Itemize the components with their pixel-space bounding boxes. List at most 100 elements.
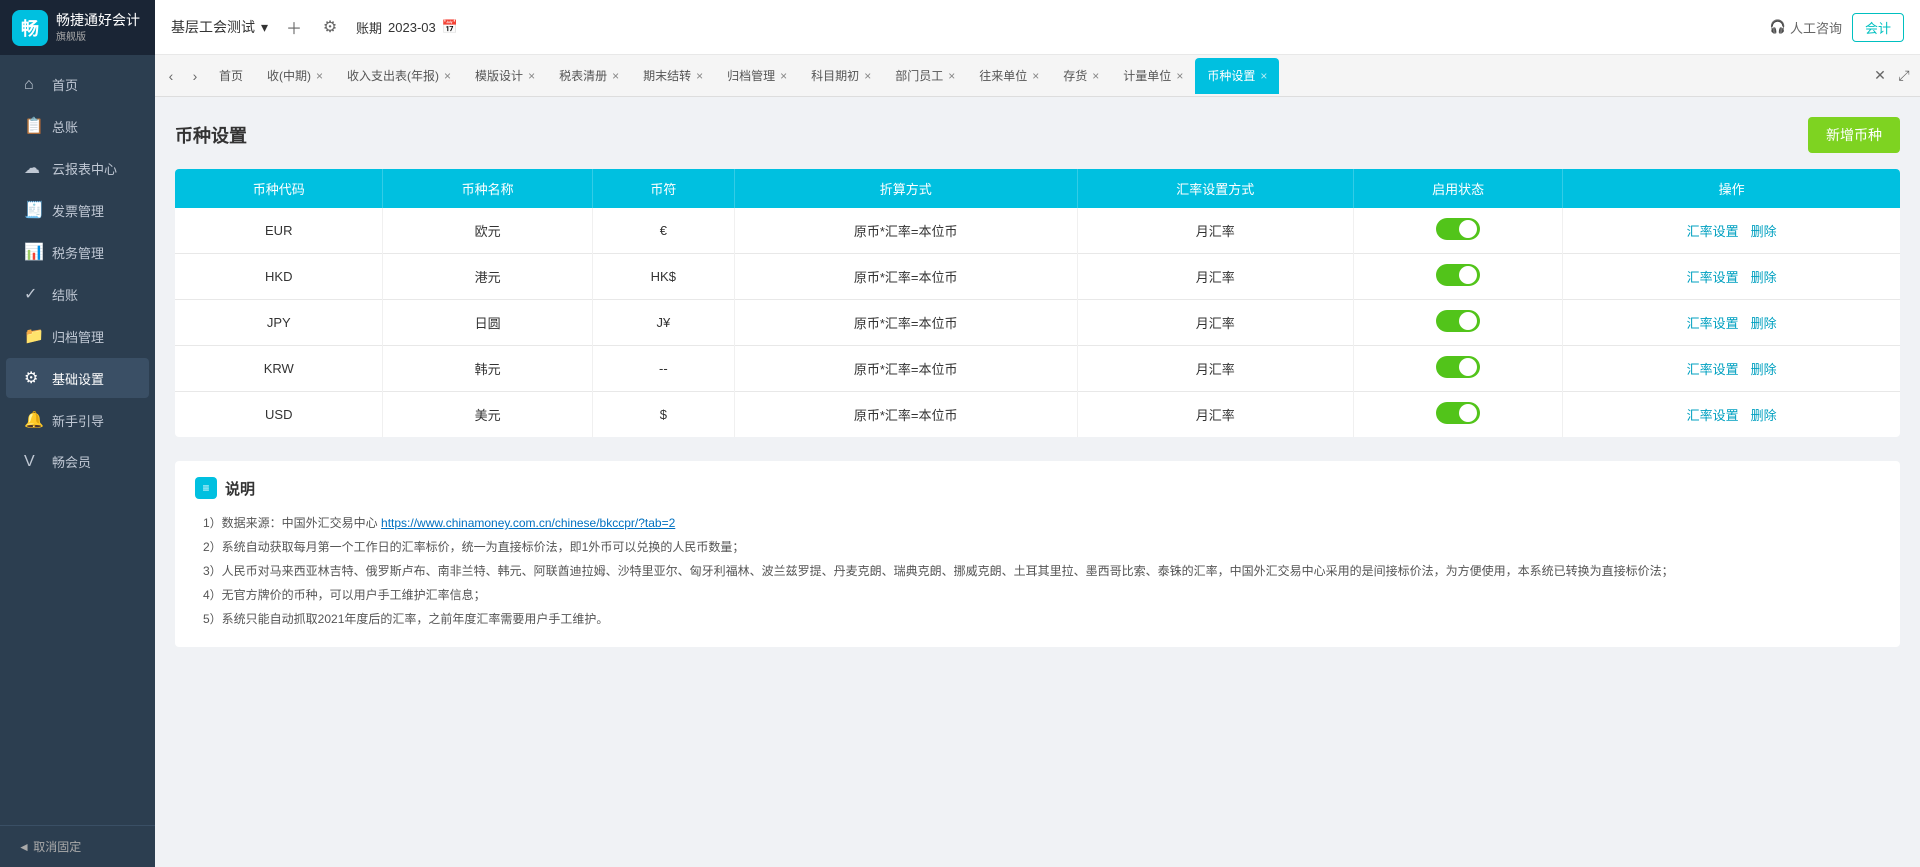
tab-close-partner[interactable]: ×: [1032, 69, 1039, 83]
add-tab-btn[interactable]: ＋: [280, 13, 308, 41]
tab-close-currency[interactable]: ×: [1260, 69, 1267, 83]
sidebar-item-home[interactable]: ⌂首页: [6, 65, 149, 104]
delete-btn-4[interactable]: 删除: [1751, 408, 1777, 423]
period-label: 账期: [356, 18, 382, 37]
toggle-2[interactable]: [1436, 310, 1480, 332]
tab-next-btn[interactable]: ›: [183, 64, 207, 88]
topbar: 基层工会测试 ▾ ＋ ⚙ 账期 2023-03 📅 🎧 人工咨询 会计: [155, 0, 1920, 55]
tab-close-archivemgt[interactable]: ×: [780, 69, 787, 83]
sidebar-label-ledger: 总账: [52, 117, 78, 136]
note-icon: ≡: [195, 477, 217, 499]
cell-rate-3: 月汇率: [1077, 346, 1353, 392]
tab-archivemgt[interactable]: 归档管理×: [715, 58, 799, 94]
sidebar-item-closing[interactable]: ✓结账: [6, 274, 149, 314]
delete-btn-3[interactable]: 删除: [1751, 362, 1777, 377]
sidebar-icon-guide: 🔔: [24, 410, 44, 430]
delete-btn-0[interactable]: 删除: [1751, 224, 1777, 239]
toggle-0[interactable]: [1436, 218, 1480, 240]
cell-code-4: USD: [175, 392, 383, 438]
sidebar-logo: 畅 畅捷通好会计 旗舰版: [0, 0, 155, 55]
toggle-3[interactable]: [1436, 356, 1480, 378]
rate-settings-btn-1[interactable]: 汇率设置: [1687, 270, 1739, 285]
sidebar-footer[interactable]: ◄ 取消固定: [0, 825, 155, 867]
tab-prev-btn[interactable]: ‹: [159, 64, 183, 88]
tab-close-all-btn[interactable]: ✕: [1868, 64, 1892, 88]
cell-rate-0: 月汇率: [1077, 208, 1353, 254]
col-header-calc_method: 折算方式: [734, 169, 1077, 208]
tab-taxclear[interactable]: 税表清册×: [547, 58, 631, 94]
tab-balance[interactable]: 收(中期)×: [255, 58, 335, 94]
tab-template[interactable]: 模版设计×: [463, 58, 547, 94]
project-name: 基层工会测试: [171, 17, 255, 37]
cell-symbol-1: HK$: [592, 254, 734, 300]
page-header: 币种设置 新增币种: [175, 117, 1900, 153]
sidebar-item-archive[interactable]: 📁 归档管理: [6, 316, 149, 356]
cell-calc-3: 原币*汇率=本位币: [734, 346, 1077, 392]
toggle-1[interactable]: [1436, 264, 1480, 286]
sidebar-item-guide[interactable]: 🔔新手引导: [6, 400, 149, 440]
sidebar-label-reports: 云报表中心: [52, 159, 117, 178]
calendar-icon[interactable]: 📅: [442, 19, 458, 35]
project-selector[interactable]: 基层工会测试 ▾: [171, 17, 268, 37]
tab-home[interactable]: 首页: [207, 58, 255, 94]
sidebar-icon-archive: 📁: [24, 326, 44, 346]
cell-action-4: 汇率设置删除: [1563, 392, 1900, 438]
cell-toggle-3: [1353, 346, 1562, 392]
settings-icon[interactable]: ⚙: [316, 13, 344, 41]
cell-name-4: 美元: [383, 392, 592, 438]
tab-period-end[interactable]: 期末结转×: [631, 58, 715, 94]
delete-btn-2[interactable]: 删除: [1751, 316, 1777, 331]
cell-toggle-0: [1353, 208, 1562, 254]
rate-settings-btn-4[interactable]: 汇率设置: [1687, 408, 1739, 423]
note-item-1: 2）系统自动获取每月第一个工作日的汇率标价，统一为直接标价法，即1外币可以兑换的…: [203, 535, 1880, 559]
tab-close-template[interactable]: ×: [528, 69, 535, 83]
tab-partner[interactable]: 往来单位×: [967, 58, 1051, 94]
cell-code-0: EUR: [175, 208, 383, 254]
currency-table-container: 币种代码币种名称币符折算方式汇率设置方式启用状态操作 EUR欧元€原币*汇率=本…: [175, 169, 1900, 437]
sidebar-item-settings[interactable]: ⚙基础设置: [6, 358, 149, 398]
tab-close-period-end[interactable]: ×: [696, 69, 703, 83]
sidebar-item-ledger[interactable]: 📋总账: [6, 106, 149, 146]
sidebar-label-archive: 归档管理: [52, 327, 104, 346]
toggle-4[interactable]: [1436, 402, 1480, 424]
tab-close-unit[interactable]: ×: [1176, 69, 1183, 83]
tab-unit[interactable]: 计量单位×: [1111, 58, 1195, 94]
cell-code-2: JPY: [175, 300, 383, 346]
tab-income[interactable]: 收入支出表(年报)×: [335, 58, 463, 94]
sidebar-item-member[interactable]: V畅会员: [6, 442, 149, 481]
tab-subject[interactable]: 科目期初×: [799, 58, 883, 94]
note-link[interactable]: https://www.chinamoney.com.cn/chinese/bk…: [381, 516, 675, 530]
tab-close-dept[interactable]: ×: [948, 69, 955, 83]
note-section: ≡ 说明 1）数据来源：中国外汇交易中心 https://www.chinamo…: [175, 461, 1900, 647]
tab-close-taxclear[interactable]: ×: [612, 69, 619, 83]
tab-close-income[interactable]: ×: [444, 69, 451, 83]
rate-settings-btn-2[interactable]: 汇率设置: [1687, 316, 1739, 331]
sidebar-item-invoice[interactable]: 🧾发票管理: [6, 190, 149, 230]
cell-rate-4: 月汇率: [1077, 392, 1353, 438]
role-button[interactable]: 会计: [1852, 13, 1904, 42]
sidebar-icon-closing: ✓: [24, 284, 44, 304]
tab-stock[interactable]: 存货×: [1051, 58, 1111, 94]
service-btn[interactable]: 🎧 人工咨询: [1770, 18, 1842, 37]
new-currency-btn[interactable]: 新增币种: [1808, 117, 1900, 153]
tab-expand-btn[interactable]: ⤢: [1892, 64, 1916, 88]
table-row: JPY日圆J¥原币*汇率=本位币月汇率汇率设置删除: [175, 300, 1900, 346]
sidebar-item-tax[interactable]: 📊税务管理: [6, 232, 149, 272]
delete-btn-1[interactable]: 删除: [1751, 270, 1777, 285]
col-header-status: 启用状态: [1353, 169, 1562, 208]
tab-close-balance[interactable]: ×: [316, 69, 323, 83]
tab-currency[interactable]: 币种设置 ×: [1195, 58, 1279, 94]
tab-label-currency: 币种设置: [1207, 67, 1255, 84]
note-list: 1）数据来源：中国外汇交易中心 https://www.chinamoney.c…: [195, 511, 1880, 631]
cell-code-3: KRW: [175, 346, 383, 392]
tab-close-subject[interactable]: ×: [864, 69, 871, 83]
tab-dept[interactable]: 部门员工×: [883, 58, 967, 94]
cell-name-0: 欧元: [383, 208, 592, 254]
rate-settings-btn-0[interactable]: 汇率设置: [1687, 224, 1739, 239]
topbar-right: 🎧 人工咨询 会计: [1770, 13, 1904, 42]
col-header-symbol: 币符: [592, 169, 734, 208]
cell-action-3: 汇率设置删除: [1563, 346, 1900, 392]
rate-settings-btn-3[interactable]: 汇率设置: [1687, 362, 1739, 377]
sidebar-item-reports[interactable]: ☁云报表中心: [6, 148, 149, 188]
tab-close-stock[interactable]: ×: [1092, 69, 1099, 83]
